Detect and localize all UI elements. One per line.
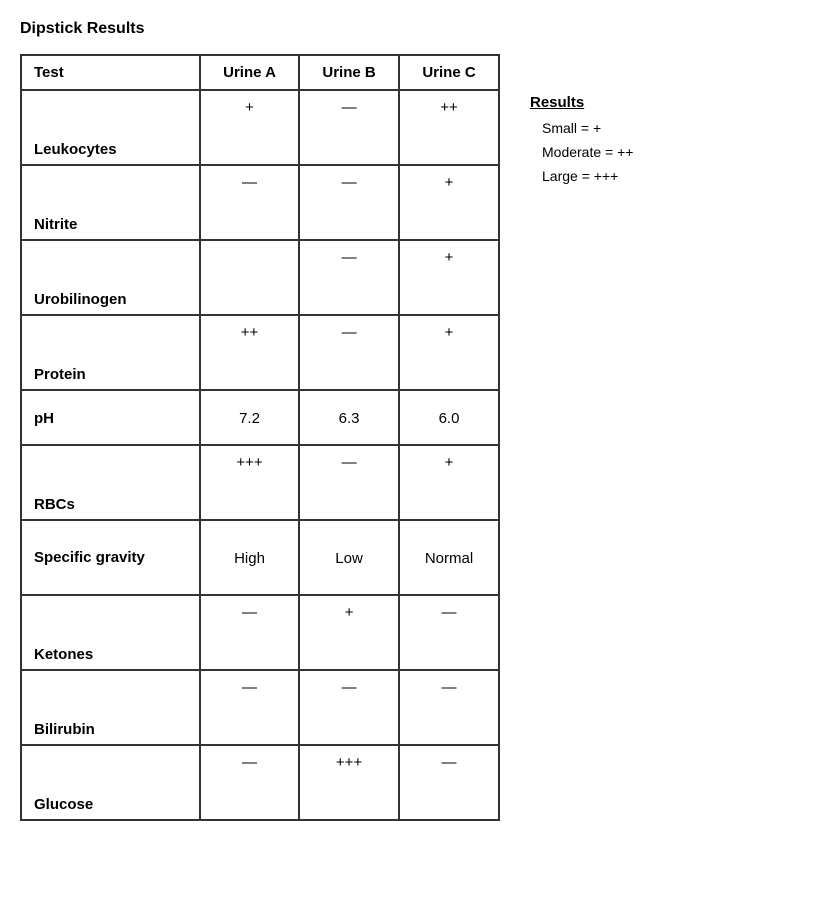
- test-label-protein: Protein: [21, 315, 200, 390]
- value-b-ketones: +: [299, 595, 399, 670]
- value-a-ketones: —: [200, 595, 299, 670]
- value-b-bilirubin: —: [299, 670, 399, 745]
- value-b-nitrite: —: [299, 165, 399, 240]
- value-a-protein: ++: [200, 315, 299, 390]
- header-test: Test: [21, 55, 200, 90]
- results-item-moderate: Moderate = ++: [542, 141, 633, 165]
- value-b-leukocytes: —: [299, 90, 399, 165]
- table-row: Leukocytes + — ++: [21, 90, 499, 165]
- value-b-specific-gravity: Low: [299, 520, 399, 595]
- value-c-leukocytes: ++: [399, 90, 499, 165]
- value-c-specific-gravity: Normal: [399, 520, 499, 595]
- test-label-glucose: Glucose: [21, 745, 200, 820]
- results-item-large: Large = +++: [542, 165, 633, 189]
- value-b-ph: 6.3: [299, 390, 399, 445]
- results-item-small: Small = +: [542, 117, 633, 141]
- value-b-rbcs: —: [299, 445, 399, 520]
- value-b-protein: —: [299, 315, 399, 390]
- value-b-urobilinogen: —: [299, 240, 399, 315]
- table-row: Nitrite — — +: [21, 165, 499, 240]
- table-row: Ketones — + —: [21, 595, 499, 670]
- value-a-leukocytes: +: [200, 90, 299, 165]
- header-urine-c: Urine C: [399, 55, 499, 90]
- value-b-glucose: +++: [299, 745, 399, 820]
- test-label-urobilinogen: Urobilinogen: [21, 240, 200, 315]
- results-title: Results: [530, 94, 633, 111]
- value-c-ketones: —: [399, 595, 499, 670]
- value-c-glucose: —: [399, 745, 499, 820]
- value-a-ph: 7.2: [200, 390, 299, 445]
- value-c-ph: 6.0: [399, 390, 499, 445]
- table-row: Urobilinogen — +: [21, 240, 499, 315]
- value-c-nitrite: +: [399, 165, 499, 240]
- table-row: Specific gravity High Low Normal: [21, 520, 499, 595]
- value-a-specific-gravity: High: [200, 520, 299, 595]
- value-a-urobilinogen: [200, 240, 299, 315]
- value-a-bilirubin: —: [200, 670, 299, 745]
- test-label-bilirubin: Bilirubin: [21, 670, 200, 745]
- test-label-ketones: Ketones: [21, 595, 200, 670]
- table-row: Bilirubin — — —: [21, 670, 499, 745]
- test-label-rbcs: RBCs: [21, 445, 200, 520]
- value-a-nitrite: —: [200, 165, 299, 240]
- table-row: Protein ++ — +: [21, 315, 499, 390]
- test-label-specific-gravity: Specific gravity: [21, 520, 200, 595]
- value-c-bilirubin: —: [399, 670, 499, 745]
- value-a-rbcs: +++: [200, 445, 299, 520]
- value-c-urobilinogen: +: [399, 240, 499, 315]
- dipstick-table: Test Urine A Urine B Urine C Leukocytes …: [20, 54, 500, 821]
- value-c-rbcs: +: [399, 445, 499, 520]
- page-title: Dipstick Results: [20, 20, 814, 38]
- table-row: pH 7.2 6.3 6.0: [21, 390, 499, 445]
- table-row: Glucose — +++ —: [21, 745, 499, 820]
- results-box: Results Small = + Moderate = ++ Large = …: [530, 94, 633, 188]
- header-urine-b: Urine B: [299, 55, 399, 90]
- test-label-nitrite: Nitrite: [21, 165, 200, 240]
- test-label-ph: pH: [21, 390, 200, 445]
- header-urine-a: Urine A: [200, 55, 299, 90]
- value-c-protein: +: [399, 315, 499, 390]
- value-a-glucose: —: [200, 745, 299, 820]
- table-row: RBCs +++ — +: [21, 445, 499, 520]
- test-label-leukocytes: Leukocytes: [21, 90, 200, 165]
- content-wrapper: Test Urine A Urine B Urine C Leukocytes …: [20, 54, 814, 821]
